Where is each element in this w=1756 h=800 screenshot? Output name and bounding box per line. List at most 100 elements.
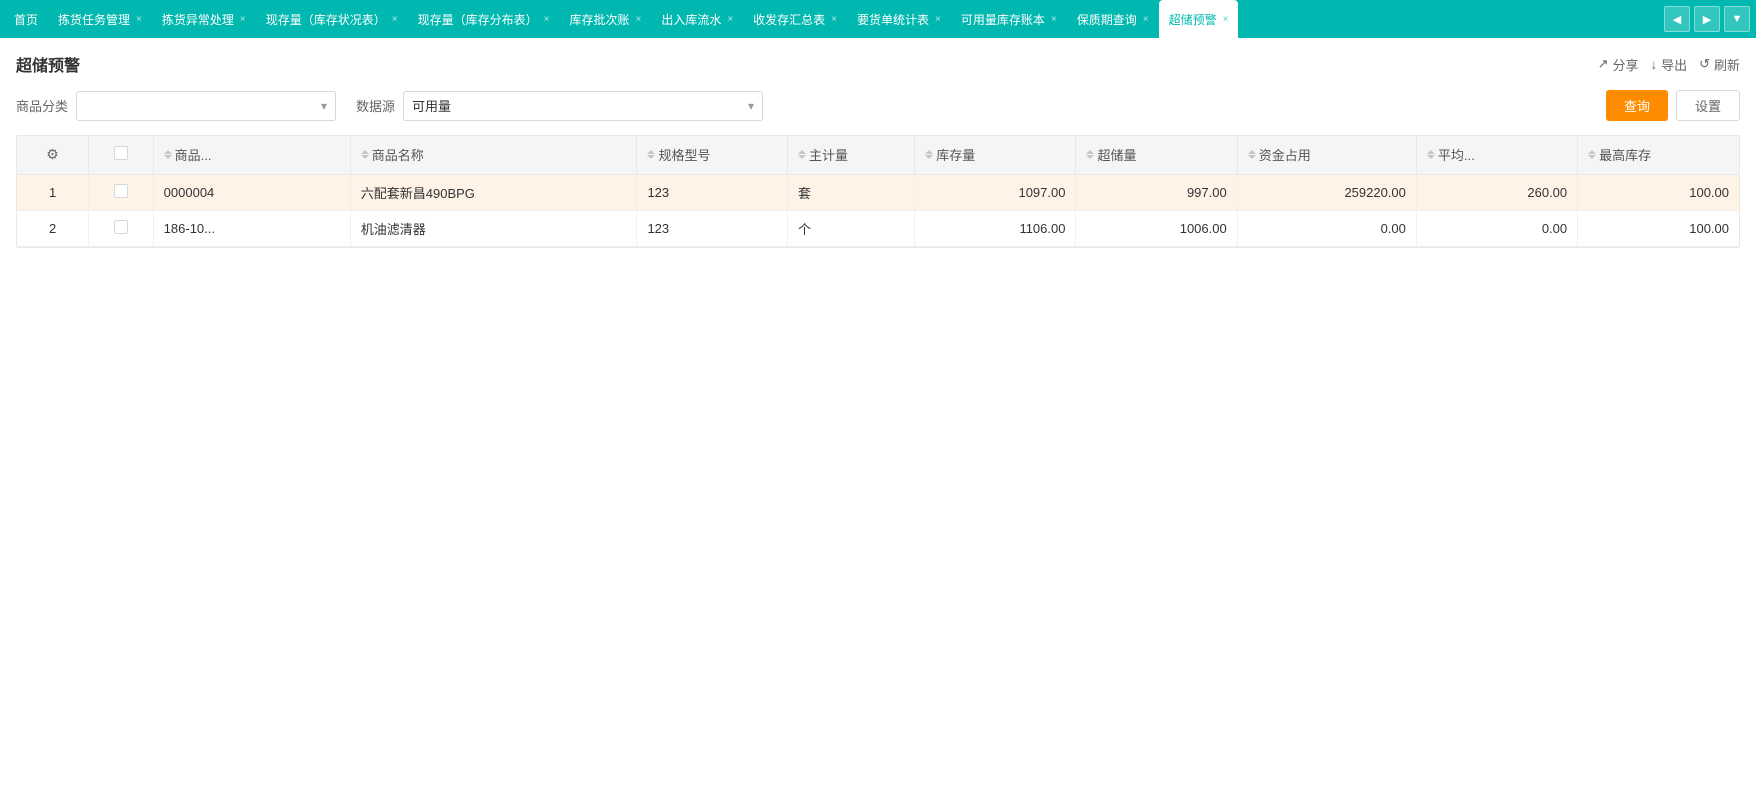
close-icon[interactable]: × [240,14,246,25]
close-icon[interactable]: × [831,14,837,25]
sort-icon [1248,150,1256,159]
close-icon[interactable]: × [935,14,941,25]
category-select[interactable] [76,91,336,121]
nav-collect[interactable]: 收发存汇总表 × [743,0,847,38]
share-button[interactable]: ↗ 分享 [1598,55,1639,74]
sort-icon [1086,150,1094,159]
close-icon[interactable]: × [1051,14,1057,25]
sort-icon [798,150,806,159]
row-code: 186-10... [153,210,350,246]
th-avg[interactable]: 平均... [1416,136,1577,174]
nav-abnormal[interactable]: 拣货异常处理 × [152,0,256,38]
row-unit: 个 [787,210,914,246]
page-header: 超储预警 ↗ 分享 ↓ 导出 ↺ 刷新 [16,52,1740,76]
th-unit[interactable]: 主计量 [787,136,914,174]
gear-icon [46,147,59,162]
row-index: 1 [17,174,89,210]
row-checkbox-cell [89,210,154,246]
share-icon: ↗ [1598,56,1609,72]
datasource-select[interactable]: 可用量 [403,91,763,121]
row-max: 100.00 [1578,174,1739,210]
row-index: 2 [17,210,89,246]
nav-arrow-right[interactable]: ▶ [1694,6,1720,32]
close-icon[interactable]: × [635,14,641,25]
row-over: 1006.00 [1076,210,1237,246]
category-label: 商品分类 [16,96,68,115]
row-name: 机油滤清器 [350,210,637,246]
table-header-row: 商品... 商品名称 规格型号 [17,136,1739,174]
close-icon[interactable]: × [544,14,550,25]
row-stock: 1097.00 [915,174,1076,210]
row-avg: 260.00 [1416,174,1577,210]
row-spec: 123 [637,174,788,210]
th-name[interactable]: 商品名称 [350,136,637,174]
row-unit: 套 [787,174,914,210]
close-icon[interactable]: × [1143,14,1149,25]
th-select-all[interactable] [89,136,154,174]
row-avg: 0.00 [1416,210,1577,246]
nav-quality[interactable]: 保质期查询 × [1067,0,1159,38]
nav-usable-ledger[interactable]: 可用量库存账本 × [951,0,1067,38]
row-name: 六配套新昌490BPG [350,174,637,210]
th-gear[interactable] [17,136,89,174]
row-capital: 0.00 [1237,210,1416,246]
row-code: 0000004 [153,174,350,210]
page-title: 超储预警 [16,52,80,76]
row-over: 997.00 [1076,174,1237,210]
th-max[interactable]: 最高库存 [1578,136,1739,174]
nav-task-mgmt[interactable]: 拣货任务管理 × [48,0,152,38]
sort-icon [1427,150,1435,159]
page-container: 超储预警 ↗ 分享 ↓ 导出 ↺ 刷新 商品分类 数据源 [0,38,1756,262]
refresh-icon: ↺ [1699,56,1710,72]
data-table: 商品... 商品名称 规格型号 [16,135,1740,248]
nav-batch[interactable]: 库存批次账 × [559,0,651,38]
sort-icon [361,150,369,159]
table-row: 2 186-10... 机油滤清器 123 个 1106.00 1006.00 … [17,210,1739,246]
th-over[interactable]: 超储量 [1076,136,1237,174]
sort-icon [647,150,655,159]
query-button[interactable]: 查询 [1606,90,1668,121]
chevron-down-icon [321,98,327,113]
nav-overstock[interactable]: 超储预警 × [1159,0,1239,38]
close-icon[interactable]: × [727,14,733,25]
row-checkbox[interactable] [114,184,128,198]
select-all-checkbox[interactable] [114,146,128,160]
setting-button[interactable]: 设置 [1676,90,1740,121]
sort-icon [1588,150,1596,159]
header-actions: ↗ 分享 ↓ 导出 ↺ 刷新 [1598,55,1740,74]
nav-stock-status[interactable]: 现存量（库存状况表） × [256,0,408,38]
close-icon[interactable]: × [1223,14,1229,25]
th-capital[interactable]: 资金占用 [1237,136,1416,174]
close-icon[interactable]: × [392,14,398,25]
row-spec: 123 [637,210,788,246]
nav-flow[interactable]: 出入库流水 × [651,0,743,38]
category-filter-group: 商品分类 [16,91,336,121]
th-code[interactable]: 商品... [153,136,350,174]
refresh-button[interactable]: ↺ 刷新 [1699,55,1740,74]
sort-icon [164,150,172,159]
chevron-down-icon [748,98,754,113]
filter-bar: 商品分类 数据源 可用量 查询 设置 [16,90,1740,121]
export-icon: ↓ [1651,57,1658,72]
sort-icon [925,150,933,159]
datasource-label: 数据源 [356,96,395,115]
filter-actions: 查询 设置 [1606,90,1740,121]
th-spec[interactable]: 规格型号 [637,136,788,174]
row-checkbox[interactable] [114,220,128,234]
top-nav: 首页 拣货任务管理 × 拣货异常处理 × 现存量（库存状况表） × 现存量（库存… [0,0,1756,38]
close-icon[interactable]: × [136,14,142,25]
nav-arrows: ◀ ▶ ▼ [1662,6,1752,32]
row-stock: 1106.00 [915,210,1076,246]
row-checkbox-cell [89,174,154,210]
row-capital: 259220.00 [1237,174,1416,210]
nav-stock-dist[interactable]: 现存量（库存分布表） × [408,0,560,38]
nav-arrow-more[interactable]: ▼ [1724,6,1750,32]
datasource-filter-group: 数据源 可用量 [356,91,763,121]
row-max: 100.00 [1578,210,1739,246]
table-row: 1 0000004 六配套新昌490BPG 123 套 1097.00 997.… [17,174,1739,210]
nav-arrow-left[interactable]: ◀ [1664,6,1690,32]
export-button[interactable]: ↓ 导出 [1651,55,1688,74]
nav-order-stat[interactable]: 要货单统计表 × [847,0,951,38]
th-stock[interactable]: 库存量 [915,136,1076,174]
nav-home[interactable]: 首页 [4,0,48,38]
